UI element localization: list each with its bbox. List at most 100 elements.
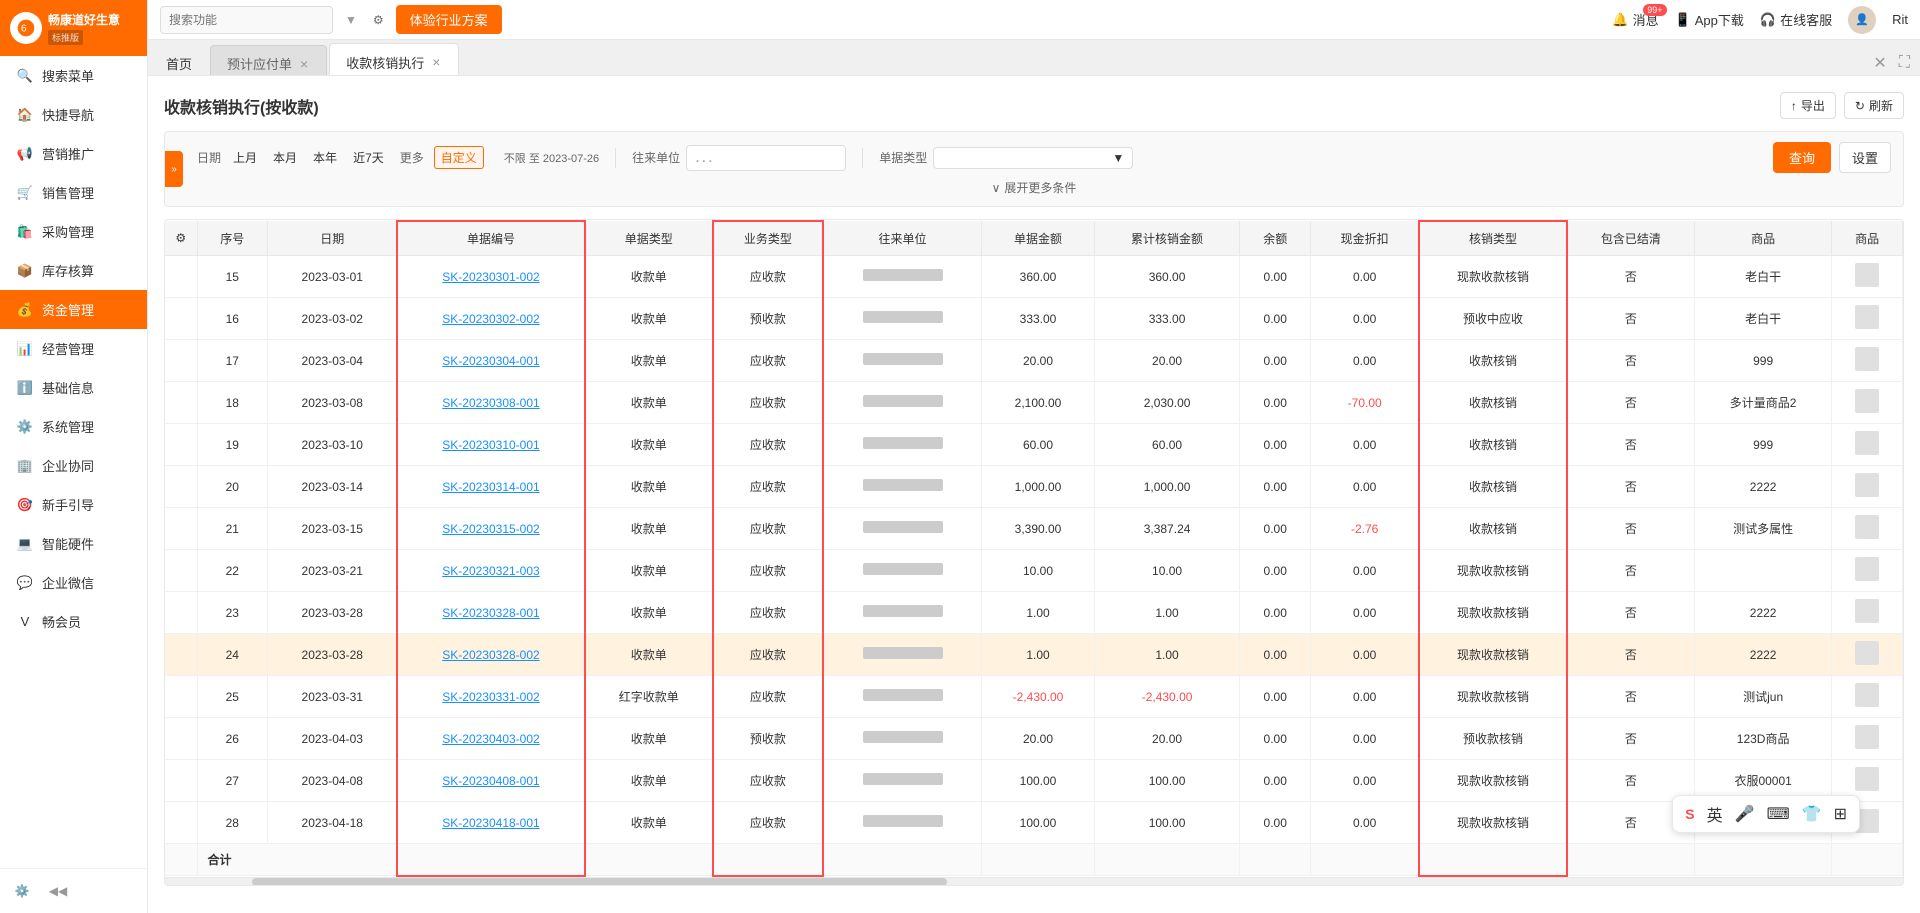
cell-cumulative: 1.00 [1094, 634, 1240, 676]
cell-receipt-no[interactable]: SK-20230310-001 [397, 424, 584, 466]
expand-tab-icon[interactable]: ⛶ [1897, 52, 1912, 74]
username-label: Rit [1892, 12, 1908, 27]
sidebar-item-enterprise[interactable]: 🏢 企业协同 [0, 446, 147, 485]
chevron-down-icon[interactable]: ▼ [341, 13, 361, 27]
tab-collection[interactable]: 收款核销执行 × [329, 43, 459, 75]
cell-receipt-no[interactable]: SK-20230301-002 [397, 256, 584, 298]
receipt-no-link[interactable]: SK-20230304-001 [442, 354, 539, 368]
scrollbar-thumb[interactable] [252, 878, 947, 885]
cell-empty [165, 718, 197, 760]
receipt-no-link[interactable]: SK-20230314-001 [442, 480, 539, 494]
cell-receipt-no[interactable]: SK-20230308-001 [397, 382, 584, 424]
app-download-link[interactable]: 📱 App下载 [1675, 10, 1744, 29]
cell-discount: 0.00 [1310, 676, 1419, 718]
export-button[interactable]: ↑ 导出 [1780, 92, 1836, 119]
receipt-no-link[interactable]: SK-20230328-001 [442, 606, 539, 620]
sidebar-item-finance[interactable]: 💰 资金管理 [0, 290, 147, 329]
search-input[interactable] [160, 6, 333, 34]
page-content: 收款核销执行(按收款) ↑ 导出 ↻ 刷新 » 日期 上月 [148, 76, 1920, 913]
tab-home[interactable]: 首页 [150, 45, 208, 75]
receipt-no-link[interactable]: SK-20230403-002 [442, 732, 539, 746]
sidebar-item-wechat[interactable]: 💬 企业微信 [0, 563, 147, 602]
cell-receipt-type: 收款单 [585, 340, 714, 382]
online-service-link[interactable]: 🎧 在线客服 [1760, 10, 1832, 29]
cell-receipt-no[interactable]: SK-20230315-002 [397, 508, 584, 550]
sidebar-item-marketing[interactable]: 📢 营销推广 [0, 134, 147, 173]
receipt-no-link[interactable]: SK-20230418-001 [442, 816, 539, 830]
cell-receipt-no[interactable]: SK-20230408-001 [397, 760, 584, 802]
settings-icon[interactable]: ⚙ [369, 13, 388, 27]
expand-more-link[interactable]: ∨ 展开更多条件 [992, 179, 1077, 196]
sidebar-item-guide[interactable]: 🎯 新手引导 [0, 485, 147, 524]
table-row: 26 2023-04-03 SK-20230403-002 收款单 预收款 20… [165, 718, 1903, 760]
receipt-type-select[interactable]: ▼ [933, 147, 1133, 169]
sidebar-item-hardware[interactable]: 💻 智能硬件 [0, 524, 147, 563]
cell-receipt-no[interactable]: SK-20230302-002 [397, 298, 584, 340]
receipt-no-link[interactable]: SK-20230321-003 [442, 564, 539, 578]
solution-button[interactable]: 体验行业方案 [396, 5, 502, 34]
this-year-btn[interactable]: 本年 [307, 146, 343, 169]
cell-biz-type: 应收款 [713, 550, 823, 592]
cell-amount: 10.00 [982, 550, 1094, 592]
setting-button[interactable]: 设置 [1839, 142, 1891, 173]
receipt-no-link[interactable]: SK-20230331-002 [442, 690, 539, 704]
avatar[interactable]: 👤 [1848, 6, 1876, 34]
receipt-no-link[interactable]: SK-20230310-001 [442, 438, 539, 452]
sidebar-item-sales[interactable]: 🛒 销售管理 [0, 173, 147, 212]
last-7days-btn[interactable]: 近7天 [347, 146, 390, 169]
filter-expand-btn[interactable]: » [165, 151, 183, 187]
cell-receipt-no[interactable]: SK-20230418-001 [397, 802, 584, 844]
cell-receipt-no[interactable]: SK-20230314-001 [397, 466, 584, 508]
cell-goods: 测试jun [1694, 676, 1831, 718]
table-row: 18 2023-03-08 SK-20230308-001 收款单 应收款 2,… [165, 382, 1903, 424]
custom-date-btn[interactable]: 自定义 [434, 146, 484, 169]
table-scrollbar[interactable] [165, 877, 1903, 885]
close-tab-icon[interactable]: ✕ [1871, 51, 1888, 75]
microphone-icon[interactable]: 🎤 [1735, 804, 1755, 824]
sidebar-item-operation[interactable]: 📊 经营管理 [0, 329, 147, 368]
cell-receipt-no[interactable]: SK-20230304-001 [397, 340, 584, 382]
cell-receipt-no[interactable]: SK-20230328-002 [397, 634, 584, 676]
sidebar-item-system[interactable]: ⚙️ 系统管理 [0, 407, 147, 446]
cell-receipt-no[interactable]: SK-20230321-003 [397, 550, 584, 592]
cell-receipt-no[interactable]: SK-20230328-001 [397, 592, 584, 634]
receipt-no-link[interactable]: SK-20230408-001 [442, 774, 539, 788]
receipt-no-link[interactable]: SK-20230302-002 [442, 312, 539, 326]
grid-icon[interactable]: ⊞ [1834, 804, 1847, 824]
sidebar-item-quicknav[interactable]: 🏠 快捷导航 [0, 95, 147, 134]
more-btn[interactable]: 更多 [394, 146, 430, 169]
sidebar-item-basic[interactable]: ℹ️ 基础信息 [0, 368, 147, 407]
receipt-no-link[interactable]: SK-20230301-002 [442, 270, 539, 284]
cell-amount: 1,000.00 [982, 466, 1094, 508]
partner-select[interactable]: ... [686, 145, 846, 171]
tab-prepay[interactable]: 预计应付单 × [210, 45, 327, 75]
receipt-no-link[interactable]: SK-20230315-002 [442, 522, 539, 536]
settings-bottom-icon[interactable]: ⚙️ [8, 877, 36, 905]
sidebar-item-search[interactable]: 🔍 搜索菜单 [0, 56, 147, 95]
last-month-btn[interactable]: 上月 [227, 146, 263, 169]
keyboard-icon[interactable]: ⌨ [1767, 804, 1790, 824]
cell-goods: 测试多属性 [1694, 508, 1831, 550]
cell-discount: 0.00 [1310, 256, 1419, 298]
cell-receipt-no[interactable]: SK-20230403-002 [397, 718, 584, 760]
sidebar-item-inventory[interactable]: 📦 库存核算 [0, 251, 147, 290]
collapse-icon[interactable]: ◀◀ [44, 877, 72, 905]
receipt-no-link[interactable]: SK-20230308-001 [442, 396, 539, 410]
notify-button[interactable]: 🔔 消息 99+ [1612, 10, 1658, 29]
receipt-no-link[interactable]: SK-20230328-002 [442, 648, 539, 662]
topbar: ▼ ⚙ 体验行业方案 🔔 消息 99+ 📱 App下载 🎧 在线客服 👤 Rit [148, 0, 1920, 40]
tab-prepay-close[interactable]: × [298, 57, 310, 71]
this-month-btn[interactable]: 本月 [267, 146, 303, 169]
float-input-lang[interactable]: 英 [1707, 802, 1723, 826]
sidebar-item-member[interactable]: V 畅会员 [0, 602, 147, 641]
bell-icon: 🔔 [1612, 12, 1628, 28]
col-settings[interactable]: ⚙ [165, 221, 197, 256]
sidebar-item-purchase[interactable]: 🛍️ 采购管理 [0, 212, 147, 251]
cell-amount: 360.00 [982, 256, 1094, 298]
refresh-button[interactable]: ↻ 刷新 [1844, 92, 1904, 119]
cell-balance: 0.00 [1240, 424, 1311, 466]
cell-receipt-no[interactable]: SK-20230331-002 [397, 676, 584, 718]
query-button[interactable]: 查询 [1773, 142, 1831, 173]
tab-collection-close[interactable]: × [430, 55, 442, 69]
shirt-icon[interactable]: 👕 [1802, 804, 1822, 824]
